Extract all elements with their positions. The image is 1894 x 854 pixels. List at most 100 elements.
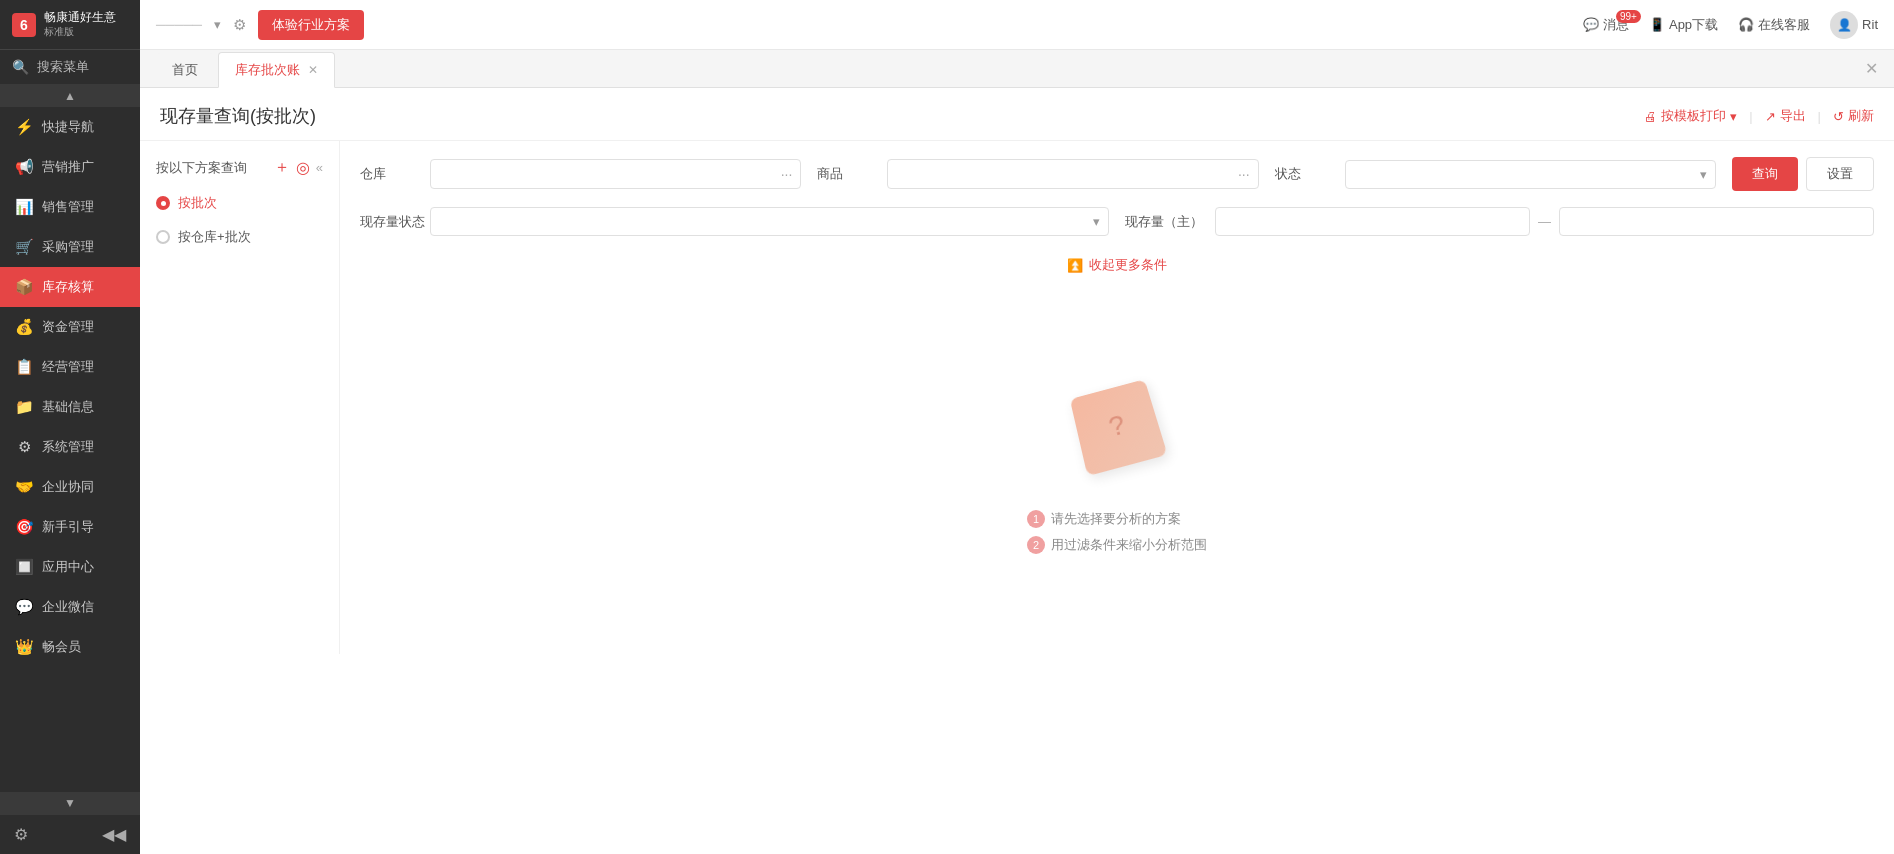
query-button[interactable]: 查询 [1732,157,1798,191]
apps-icon: 🔲 [14,558,34,576]
add-scheme-icon[interactable]: ＋ [274,157,290,178]
sidebar-item-label: 快捷导航 [42,118,94,136]
sidebar-item-system[interactable]: ⚙ 系统管理 [0,427,140,467]
status-field: 状态 ▾ [1275,160,1716,189]
messages-item[interactable]: 💬 消息 99+ [1583,16,1629,34]
panel-close-button[interactable]: ✕ [1865,59,1878,78]
warehouse-input[interactable]: ··· [430,159,801,189]
sidebar-scroll-down[interactable]: ▼ [0,792,140,814]
sidebar-item-label: 经营管理 [42,358,94,376]
sidebar-item-purchase[interactable]: 🛒 采购管理 [0,227,140,267]
product-label: 商品 [817,165,887,183]
stock-quantity-field: 现存量（主） — [1125,207,1874,236]
app-logo-icon: 6 [12,13,36,37]
stock-status-select[interactable]: ▾ [430,207,1109,236]
app-download-item[interactable]: 📱 App下载 [1649,16,1718,34]
product-input[interactable]: ··· [887,159,1258,189]
scheme-by-warehouse-batch[interactable]: 按仓库+批次 [140,220,339,254]
sidebar-item-finance[interactable]: 💰 资金管理 [0,307,140,347]
sidebar-item-label: 应用中心 [42,558,94,576]
empty-state: 1 请先选择要分析的方案 2 用过滤条件来缩小分析范围 [360,286,1874,638]
sidebar-item-inventory[interactable]: 📦 库存核算 [0,267,140,307]
product-field: 商品 ··· [817,159,1258,189]
sales-icon: 📊 [14,198,34,216]
content-area: 现存量查询(按批次) 🖨 按模板打印 ▾ | ↗ 导出 | ↺ 刷新 [140,88,1894,854]
print-icon: 🖨 [1644,109,1657,124]
status-label: 状态 [1275,165,1345,183]
online-service-label: 在线客服 [1758,16,1810,34]
sidebar-item-enterprise[interactable]: 🤝 企业协同 [0,467,140,507]
sidebar-item-label: 系统管理 [42,438,94,456]
settings-footer-icon[interactable]: ⚙ [14,825,28,844]
sidebar-item-member[interactable]: 👑 畅会员 [0,627,140,667]
sidebar-item-quick-nav[interactable]: ⚡ 快捷导航 [0,107,140,147]
tab-home[interactable]: 首页 [156,53,214,87]
sidebar-item-sales[interactable]: 📊 销售管理 [0,187,140,227]
scheme-settings-icon[interactable]: ◎ [296,158,310,177]
avatar: 👤 [1830,11,1858,39]
scheme-by-batch[interactable]: 按批次 [140,186,339,220]
tab-home-label: 首页 [172,61,198,79]
topbar: ───── ▾ ⚙ 体验行业方案 💬 消息 99+ 📱 App下载 🎧 在线客服 [140,0,1894,50]
finance-icon: 💰 [14,318,34,336]
trial-industry-button[interactable]: 体验行业方案 [258,10,364,40]
sidebar-items: ⚡ 快捷导航 📢 营销推广 📊 销售管理 🛒 采购管理 📦 库存核算 💰 资金管… [0,107,140,792]
sidebar-item-wechat[interactable]: 💬 企业微信 [0,587,140,627]
sidebar-item-label: 销售管理 [42,198,94,216]
sidebar-item-marketing[interactable]: 📢 营销推广 [0,147,140,187]
stock-quantity-sep: — [1538,214,1551,229]
messages-badge: 99+ [1616,10,1641,23]
topbar-gear-icon[interactable]: ⚙ [233,16,246,34]
sidebar-scroll-up[interactable]: ▲ [0,85,140,107]
stock-quantity-max[interactable] [1559,207,1874,236]
collapse-more-conditions[interactable]: ⏫ 收起更多条件 [360,252,1874,286]
app-name: 畅康通好生意 标准版 [44,10,116,40]
online-service-item[interactable]: 🎧 在线客服 [1738,16,1810,34]
content-header: 现存量查询(按批次) 🖨 按模板打印 ▾ | ↗ 导出 | ↺ 刷新 [140,88,1894,141]
breadcrumb: ───── [156,17,202,32]
sidebar-search[interactable]: 🔍 搜索菜单 [0,50,140,85]
status-select[interactable]: ▾ [1345,160,1716,189]
sidebar-item-label: 基础信息 [42,398,94,416]
tab-close-icon[interactable]: ✕ [308,63,318,77]
filter-sidebar-header: 按以下方案查询 ＋ ◎ « [140,153,339,186]
sidebar-logo: 6 畅康通好生意 标准版 [0,0,140,50]
phone-icon: 📱 [1649,17,1665,32]
filter-sidebar: 按以下方案查询 ＋ ◎ « 按批次 按仓库+批次 [140,141,340,654]
collapse-filter-icon[interactable]: « [316,160,323,175]
main-area: ───── ▾ ⚙ 体验行业方案 💬 消息 99+ 📱 App下载 🎧 在线客服 [140,0,1894,854]
sidebar-item-operations[interactable]: 📋 经营管理 [0,347,140,387]
collapse-sidebar-icon[interactable]: ◀◀ [102,825,126,844]
warehouse-more-icon[interactable]: ··· [781,166,793,182]
enterprise-icon: 🤝 [14,478,34,496]
stock-quantity-min[interactable] [1215,207,1530,236]
sidebar: 6 畅康通好生意 标准版 🔍 搜索菜单 ▲ ⚡ 快捷导航 📢 营销推广 📊 销售… [0,0,140,854]
chevron-up-icon: ⏫ [1067,258,1083,273]
user-name-label: Rit [1862,17,1878,32]
sidebar-item-apps[interactable]: 🔲 应用中心 [0,547,140,587]
user-profile[interactable]: 👤 Rit [1830,11,1878,39]
sidebar-item-newbie[interactable]: 🎯 新手引导 [0,507,140,547]
topbar-dropdown-icon[interactable]: ▾ [214,17,221,32]
topbar-right: 💬 消息 99+ 📱 App下载 🎧 在线客服 👤 Rit [1583,11,1878,39]
refresh-button[interactable]: ↺ 刷新 [1833,107,1874,125]
breadcrumb-item: ───── [156,17,202,32]
sidebar-item-label: 营销推广 [42,158,94,176]
settings-button[interactable]: 设置 [1806,157,1874,191]
filter-sidebar-title: 按以下方案查询 [156,159,247,177]
product-more-icon[interactable]: ··· [1238,166,1250,182]
sidebar-item-basic[interactable]: 📁 基础信息 [0,387,140,427]
stock-status-dropdown-icon: ▾ [1093,214,1100,229]
sidebar-item-label: 资金管理 [42,318,94,336]
print-template-button[interactable]: 🖨 按模板打印 ▾ [1644,107,1737,125]
headset-icon: 🎧 [1738,17,1754,32]
operations-icon: 📋 [14,358,34,376]
export-button[interactable]: ↗ 导出 [1765,107,1806,125]
wechat-icon: 💬 [14,598,34,616]
sidebar-item-label: 企业协同 [42,478,94,496]
app-download-label: App下载 [1669,16,1718,34]
filter-panel: 按以下方案查询 ＋ ◎ « 按批次 按仓库+批次 [140,141,1894,654]
tab-batch-account[interactable]: 库存批次账 ✕ [218,52,335,88]
sidebar-footer: ⚙ ◀◀ [0,814,140,854]
filter-row-1: 仓库 ··· 商品 ··· 状态 [360,157,1874,191]
